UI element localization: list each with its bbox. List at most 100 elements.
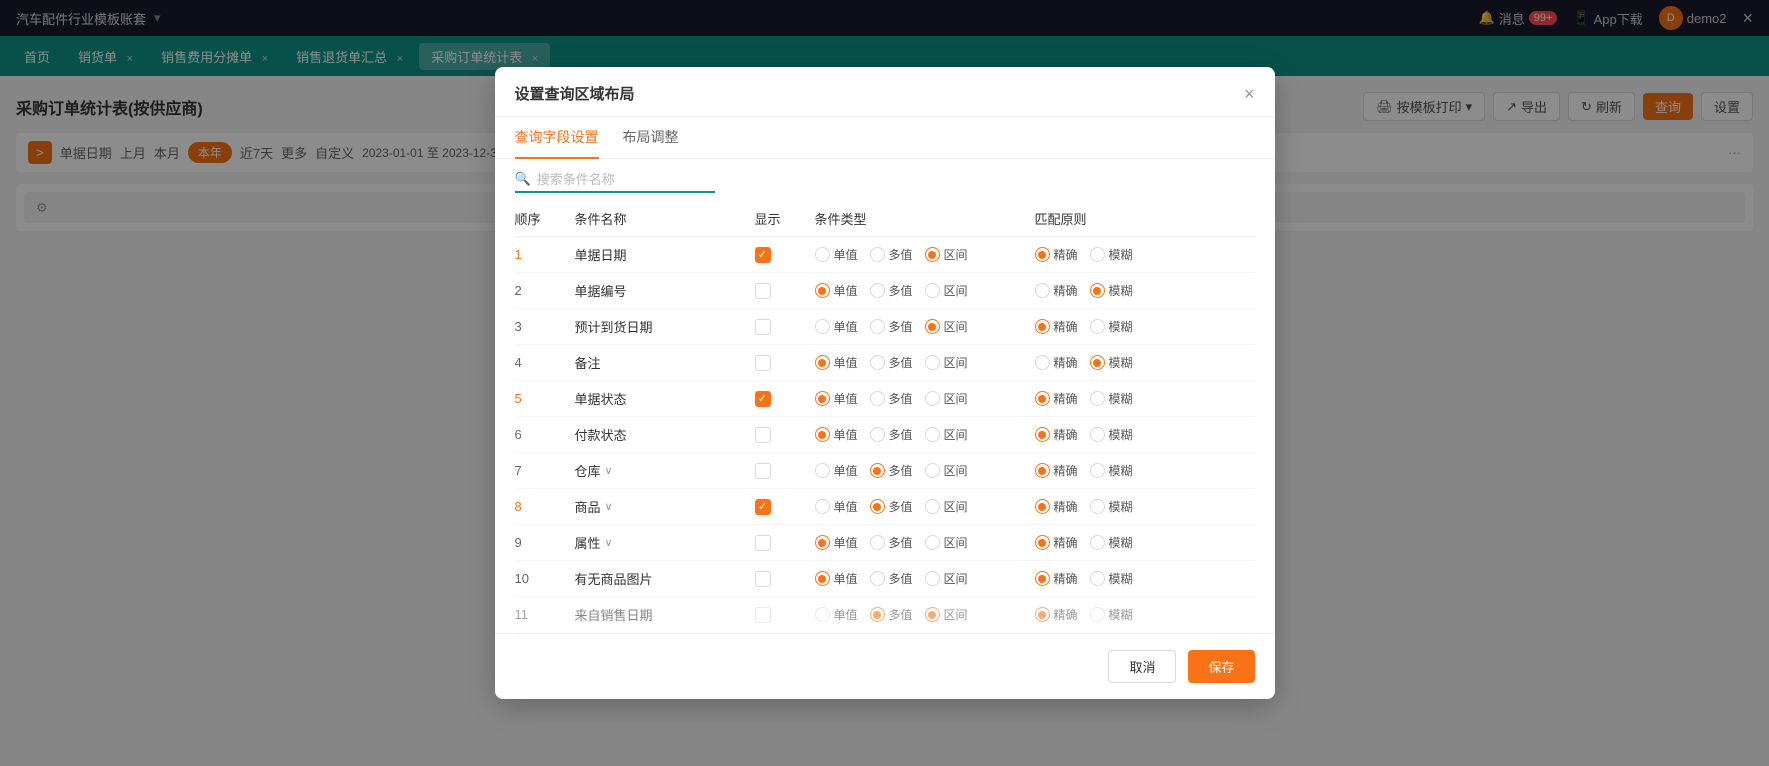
type-range-radio[interactable]: 区间	[925, 462, 968, 479]
display-checkbox[interactable]	[755, 535, 771, 551]
radio-icon	[925, 355, 940, 370]
cell-type: 单值 多值 区间	[815, 390, 1035, 407]
match-fuzzy-radio[interactable]: 模糊	[1090, 246, 1133, 263]
type-multi-radio[interactable]: 多值	[870, 354, 913, 371]
cell-display[interactable]	[755, 355, 815, 371]
type-multi-radio[interactable]: 多值	[870, 246, 913, 263]
type-range-radio[interactable]: 区间	[925, 498, 968, 515]
type-single-radio[interactable]: 单值	[815, 246, 858, 263]
display-checkbox[interactable]	[755, 571, 771, 587]
display-checkbox[interactable]	[755, 247, 771, 263]
match-exact-radio[interactable]: 精确	[1035, 606, 1078, 623]
display-checkbox[interactable]	[755, 607, 771, 623]
type-multi-radio[interactable]: 多值	[870, 390, 913, 407]
match-fuzzy-radio[interactable]: 模糊	[1090, 606, 1133, 623]
display-checkbox[interactable]	[755, 319, 771, 335]
display-checkbox[interactable]	[755, 355, 771, 371]
type-single-radio[interactable]: 单值	[815, 534, 858, 551]
cell-display[interactable]	[755, 427, 815, 443]
match-exact-radio[interactable]: 精确	[1035, 498, 1078, 515]
cell-display[interactable]	[755, 319, 815, 335]
radio-icon	[1090, 607, 1105, 622]
type-range-radio[interactable]: 区间	[925, 534, 968, 551]
display-checkbox[interactable]	[755, 427, 771, 443]
tab-layout[interactable]: 布局调整	[623, 117, 679, 159]
radio-icon	[1090, 319, 1105, 334]
match-fuzzy-radio[interactable]: 模糊	[1090, 390, 1133, 407]
match-fuzzy-radio[interactable]: 模糊	[1090, 462, 1133, 479]
display-checkbox[interactable]	[755, 391, 771, 407]
type-single-radio[interactable]: 单值	[815, 570, 858, 587]
cell-display[interactable]	[755, 499, 815, 515]
type-range-radio[interactable]: 区间	[925, 282, 968, 299]
type-multi-radio[interactable]: 多值	[870, 426, 913, 443]
tab-query-fields[interactable]: 查询字段设置	[515, 117, 599, 159]
display-checkbox[interactable]	[755, 463, 771, 479]
type-single-radio[interactable]: 单值	[815, 354, 858, 371]
type-range-radio[interactable]: 区间	[925, 354, 968, 371]
type-single-radio[interactable]: 单值	[815, 390, 858, 407]
cell-display[interactable]	[755, 535, 815, 551]
type-single-radio[interactable]: 单值	[815, 498, 858, 515]
cell-display[interactable]	[755, 463, 815, 479]
cell-name: 付款状态	[575, 425, 755, 444]
search-icon: 🔍	[515, 171, 531, 187]
expand-icon[interactable]: ∨	[605, 536, 613, 549]
type-multi-radio[interactable]: 多值	[870, 282, 913, 299]
type-range-radio[interactable]: 区间	[925, 246, 968, 263]
condition-search-input[interactable]	[537, 172, 697, 187]
type-single-radio[interactable]: 单值	[815, 318, 858, 335]
search-wrap: 🔍	[515, 171, 715, 193]
type-single-radio[interactable]: 单值	[815, 426, 858, 443]
type-multi-radio[interactable]: 多值	[870, 498, 913, 515]
match-fuzzy-radio[interactable]: 模糊	[1090, 426, 1133, 443]
match-exact-radio[interactable]: 精确	[1035, 354, 1078, 371]
match-exact-radio[interactable]: 精确	[1035, 318, 1078, 335]
modal-overlay: 设置查询区域布局 × 查询字段设置 布局调整 🔍 顺序 条件名称	[0, 0, 1769, 766]
display-checkbox[interactable]	[755, 283, 771, 299]
expand-icon[interactable]: ∨	[605, 500, 613, 513]
match-exact-radio[interactable]: 精确	[1035, 426, 1078, 443]
match-fuzzy-radio[interactable]: 模糊	[1090, 498, 1133, 515]
type-multi-radio[interactable]: 多值	[870, 570, 913, 587]
col-name: 条件名称	[575, 209, 755, 228]
cell-display[interactable]	[755, 283, 815, 299]
cell-match: 精确 模糊	[1035, 534, 1255, 551]
match-exact-radio[interactable]: 精确	[1035, 282, 1078, 299]
type-range-radio[interactable]: 区间	[925, 570, 968, 587]
type-multi-radio[interactable]: 多值	[870, 462, 913, 479]
cell-name: 预计到货日期	[575, 317, 755, 336]
match-fuzzy-radio[interactable]: 模糊	[1090, 534, 1133, 551]
display-checkbox[interactable]	[755, 499, 771, 515]
cancel-button[interactable]: 取消	[1108, 650, 1176, 683]
type-single-radio[interactable]: 单值	[815, 462, 858, 479]
type-multi-radio[interactable]: 多值	[870, 318, 913, 335]
type-multi-radio[interactable]: 多值	[870, 534, 913, 551]
dialog-close-button[interactable]: ×	[1244, 85, 1255, 103]
match-exact-radio[interactable]: 精确	[1035, 462, 1078, 479]
cell-display[interactable]	[755, 607, 815, 623]
type-range-radio[interactable]: 区间	[925, 606, 968, 623]
type-single-radio[interactable]: 单值	[815, 282, 858, 299]
type-range-radio[interactable]: 区间	[925, 390, 968, 407]
cell-order: 9	[515, 535, 575, 550]
type-single-radio[interactable]: 单值	[815, 606, 858, 623]
cell-display[interactable]	[755, 247, 815, 263]
match-fuzzy-radio[interactable]: 模糊	[1090, 282, 1133, 299]
match-fuzzy-radio[interactable]: 模糊	[1090, 318, 1133, 335]
match-exact-radio[interactable]: 精确	[1035, 246, 1078, 263]
type-range-radio[interactable]: 区间	[925, 318, 968, 335]
type-range-radio[interactable]: 区间	[925, 426, 968, 443]
match-exact-radio[interactable]: 精确	[1035, 534, 1078, 551]
match-fuzzy-radio[interactable]: 模糊	[1090, 570, 1133, 587]
match-fuzzy-radio[interactable]: 模糊	[1090, 354, 1133, 371]
radio-icon	[1090, 247, 1105, 262]
match-exact-radio[interactable]: 精确	[1035, 390, 1078, 407]
expand-icon[interactable]: ∨	[605, 464, 613, 477]
match-radio-group: 精确 模糊	[1035, 390, 1133, 407]
match-exact-radio[interactable]: 精确	[1035, 570, 1078, 587]
save-button[interactable]: 保存	[1188, 650, 1254, 683]
cell-display[interactable]	[755, 391, 815, 407]
cell-display[interactable]	[755, 571, 815, 587]
type-multi-radio[interactable]: 多值	[870, 606, 913, 623]
